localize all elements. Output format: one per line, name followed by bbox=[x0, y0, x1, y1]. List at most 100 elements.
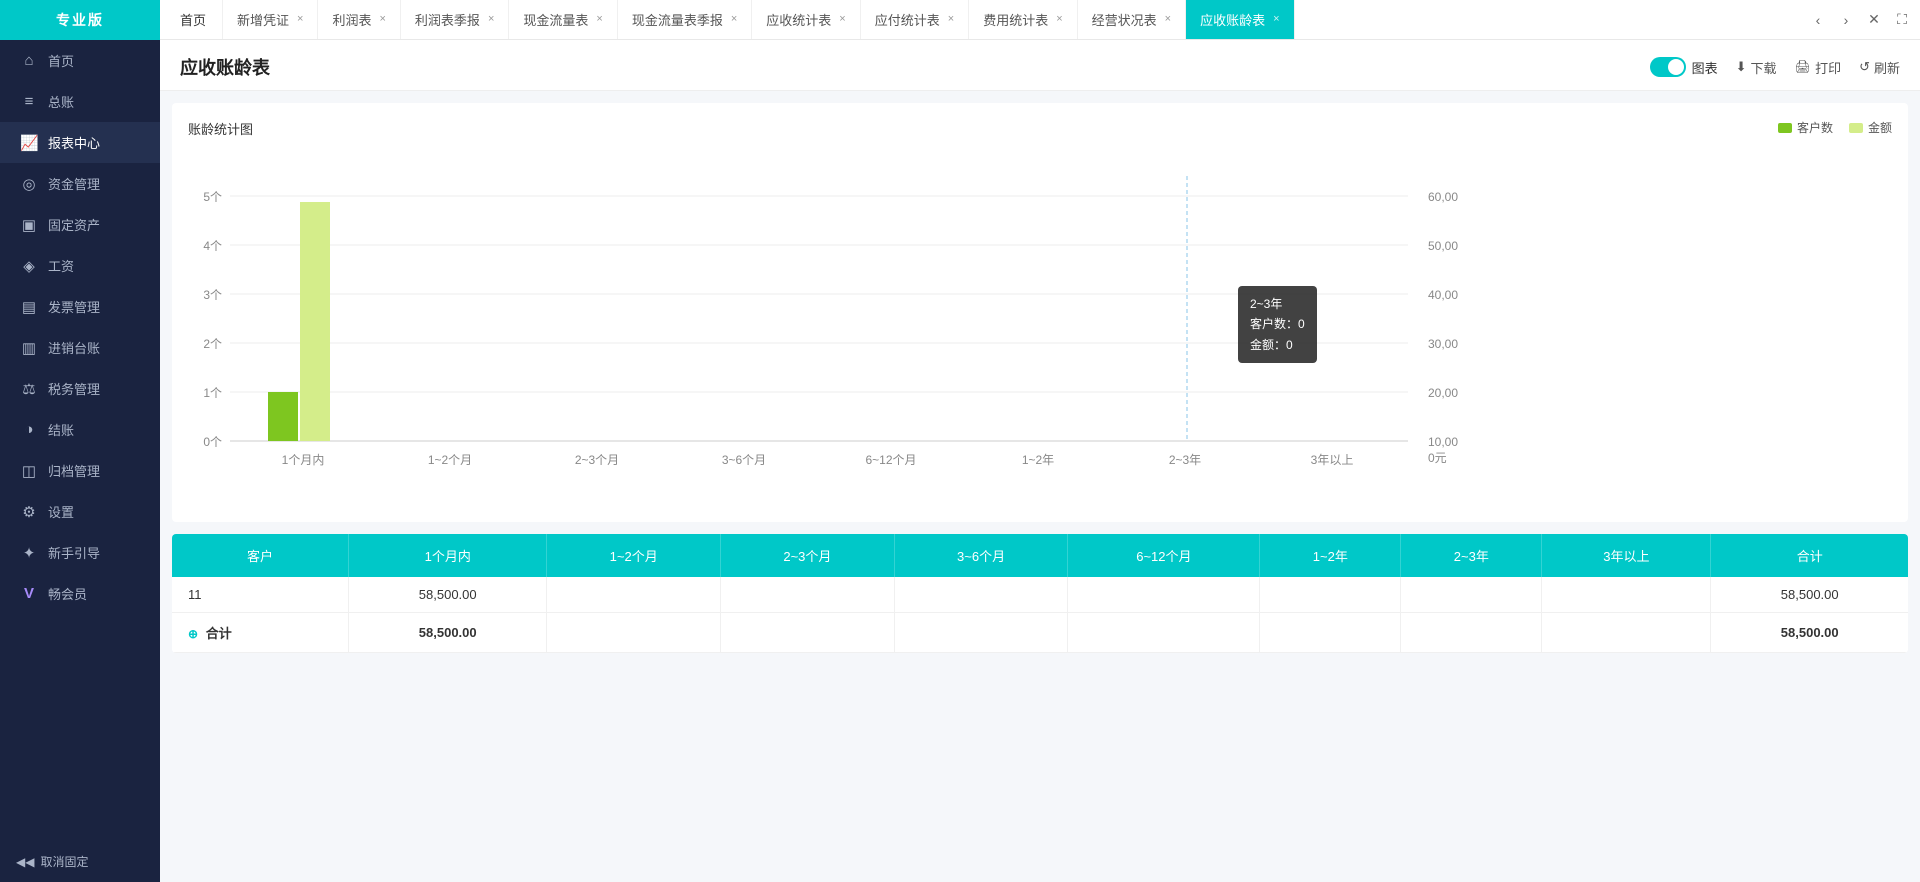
tab-expense-stat[interactable]: 费用统计表 × bbox=[969, 0, 1077, 40]
total-row-label: 合计 bbox=[206, 626, 232, 641]
sidebar-label-purchase: 进销台账 bbox=[48, 338, 100, 357]
tab-operation-label: 经营状况表 bbox=[1092, 10, 1157, 29]
svg-text:2个: 2个 bbox=[203, 337, 222, 351]
total-y23 bbox=[1401, 613, 1542, 653]
tab-home-label: 首页 bbox=[180, 10, 206, 29]
legend-amount-box bbox=[1849, 123, 1863, 133]
col-header-m612: 6~12个月 bbox=[1068, 534, 1260, 577]
tab-close-btn[interactable]: ✕ bbox=[1860, 0, 1888, 40]
cell-y3plus bbox=[1542, 577, 1711, 613]
tab-ap-stat[interactable]: 应付统计表 × bbox=[861, 0, 969, 40]
tab-cashflow-quarter-close[interactable]: × bbox=[731, 14, 737, 25]
svg-text:6~12个月: 6~12个月 bbox=[865, 453, 916, 467]
tab-home[interactable]: 首页 bbox=[164, 0, 223, 40]
tab-profit[interactable]: 利润表 × bbox=[318, 0, 400, 40]
unpin-icon: ◀◀ bbox=[16, 855, 34, 869]
tab-expand-btn[interactable]: ⛶ bbox=[1888, 0, 1916, 40]
tab-profit-quarter[interactable]: 利润表季报 × bbox=[401, 0, 509, 40]
tab-expense-stat-label: 费用统计表 bbox=[983, 10, 1048, 29]
tab-ar-aging[interactable]: 应收账龄表 × bbox=[1186, 0, 1294, 40]
sidebar-label-close: 结账 bbox=[48, 420, 74, 439]
sidebar-item-fund[interactable]: ◎ 资金管理 bbox=[0, 163, 160, 204]
tab-cashflow-quarter[interactable]: 现金流量表季报 × bbox=[618, 0, 752, 40]
svg-text:0元: 0元 bbox=[1428, 451, 1447, 465]
col-header-customer: 客户 bbox=[172, 534, 349, 577]
fund-icon: ◎ bbox=[20, 175, 38, 193]
tab-ar-aging-close[interactable]: × bbox=[1273, 14, 1279, 25]
legend-customers-label: 客户数 bbox=[1797, 119, 1833, 136]
print-label: 打印 bbox=[1815, 58, 1841, 77]
print-button[interactable]: 🖨 打印 bbox=[1795, 58, 1842, 77]
svg-text:0个: 0个 bbox=[203, 435, 222, 449]
download-button[interactable]: ⬇ 下载 bbox=[1736, 58, 1777, 77]
sidebar-label-asset: 固定资产 bbox=[48, 215, 100, 234]
total-total: 58,500.00 bbox=[1711, 613, 1908, 653]
sidebar-label-salary: 工资 bbox=[48, 256, 74, 275]
tab-voucher[interactable]: 新增凭证 × bbox=[223, 0, 318, 40]
svg-text:20,000.00元: 20,000.00元 bbox=[1428, 386, 1458, 400]
settings-icon: ⚙ bbox=[20, 503, 38, 521]
chart-wrap: 5个 4个 3个 2个 1个 0个 60,000.00元 50,000.00元 … bbox=[188, 146, 1892, 506]
sidebar-item-salary[interactable]: ◈ 工资 bbox=[0, 245, 160, 286]
tab-profit-close[interactable]: × bbox=[379, 14, 385, 25]
sidebar-item-home[interactable]: ⌂ 首页 bbox=[0, 40, 160, 81]
sidebar-item-ledger[interactable]: ≡ 总账 bbox=[0, 81, 160, 122]
header-actions: 图表 ⬇ 下载 🖨 打印 ↺ 刷新 bbox=[1650, 57, 1900, 77]
svg-text:3个: 3个 bbox=[203, 288, 222, 302]
tab-ar-stat[interactable]: 应收统计表 × bbox=[752, 0, 860, 40]
total-row: ⊕ 合计 58,500.00 58,500.00 bbox=[172, 613, 1908, 653]
app-logo: 专业版 bbox=[0, 0, 160, 40]
sidebar-label-ledger: 总账 bbox=[48, 92, 74, 111]
legend-customers: 客户数 bbox=[1778, 119, 1833, 136]
tab-prev-btn[interactable]: ‹ bbox=[1804, 0, 1832, 40]
tab-cashflow[interactable]: 现金流量表 × bbox=[509, 0, 617, 40]
tab-expense-stat-close[interactable]: × bbox=[1056, 14, 1062, 25]
cell-m12 bbox=[547, 577, 721, 613]
archive-icon: ◫ bbox=[20, 462, 38, 480]
tab-next-btn[interactable]: › bbox=[1832, 0, 1860, 40]
chart-toggle[interactable] bbox=[1650, 57, 1686, 77]
tab-profit-quarter-close[interactable]: × bbox=[488, 14, 494, 25]
sidebar-item-asset[interactable]: ▣ 固定资产 bbox=[0, 204, 160, 245]
cell-total: 58,500.00 bbox=[1711, 577, 1908, 613]
purchase-icon: ▥ bbox=[20, 339, 38, 357]
tab-operation[interactable]: 经营状况表 × bbox=[1078, 0, 1186, 40]
tab-profit-quarter-label: 利润表季报 bbox=[415, 10, 480, 29]
sidebar-item-settings[interactable]: ⚙ 设置 bbox=[0, 491, 160, 532]
total-m1: 58,500.00 bbox=[349, 613, 547, 653]
sidebar-item-guide[interactable]: ✦ 新手引导 bbox=[0, 532, 160, 573]
invoice-icon: ▤ bbox=[20, 298, 38, 316]
svg-text:10,000.00元: 10,000.00元 bbox=[1428, 435, 1458, 449]
sidebar-label-vip: 畅会员 bbox=[48, 584, 87, 603]
tab-ar-stat-label: 应收统计表 bbox=[766, 10, 831, 29]
bar-chart: 5个 4个 3个 2个 1个 0个 60,000.00元 50,000.00元 … bbox=[188, 146, 1458, 506]
tab-operation-close[interactable]: × bbox=[1165, 14, 1171, 25]
main-content: 首页 新增凭证 × 利润表 × 利润表季报 × 现金流量表 × 现金流量表季报 … bbox=[160, 0, 1920, 882]
unpin-button[interactable]: ◀◀ 取消固定 bbox=[0, 841, 160, 882]
unpin-label: 取消固定 bbox=[40, 853, 88, 870]
ledger-icon: ≡ bbox=[20, 93, 38, 110]
sidebar-label-report: 报表中心 bbox=[48, 133, 100, 152]
refresh-button[interactable]: ↺ 刷新 bbox=[1859, 58, 1900, 77]
sidebar-label-tax: 税务管理 bbox=[48, 379, 100, 398]
sidebar-label-guide: 新手引导 bbox=[48, 543, 100, 562]
svg-text:2~3个月: 2~3个月 bbox=[575, 453, 619, 467]
sidebar-item-vip[interactable]: V 畅会员 bbox=[0, 573, 160, 614]
col-header-m12: 1~2个月 bbox=[547, 534, 721, 577]
sidebar-item-tax[interactable]: ⚖ 税务管理 bbox=[0, 368, 160, 409]
sidebar-label-archive: 归档管理 bbox=[48, 461, 100, 480]
sidebar-item-invoice[interactable]: ▤ 发票管理 bbox=[0, 286, 160, 327]
sidebar-item-archive[interactable]: ◫ 归档管理 bbox=[0, 450, 160, 491]
tab-cashflow-close[interactable]: × bbox=[596, 14, 602, 25]
tab-ap-stat-close[interactable]: × bbox=[948, 14, 954, 25]
bar-customers-0 bbox=[268, 392, 298, 441]
tab-ar-stat-close[interactable]: × bbox=[839, 14, 845, 25]
print-icon: 🖨 bbox=[1795, 59, 1812, 75]
sidebar-item-report[interactable]: 📈 报表中心 bbox=[0, 122, 160, 163]
tab-voucher-close[interactable]: × bbox=[297, 14, 303, 25]
close-books-icon: ◑ bbox=[20, 421, 38, 438]
sidebar-item-purchase[interactable]: ▥ 进销台账 bbox=[0, 327, 160, 368]
salary-icon: ◈ bbox=[20, 257, 38, 275]
sidebar-item-close[interactable]: ◑ 结账 bbox=[0, 409, 160, 450]
svg-text:1~2个月: 1~2个月 bbox=[428, 453, 472, 467]
